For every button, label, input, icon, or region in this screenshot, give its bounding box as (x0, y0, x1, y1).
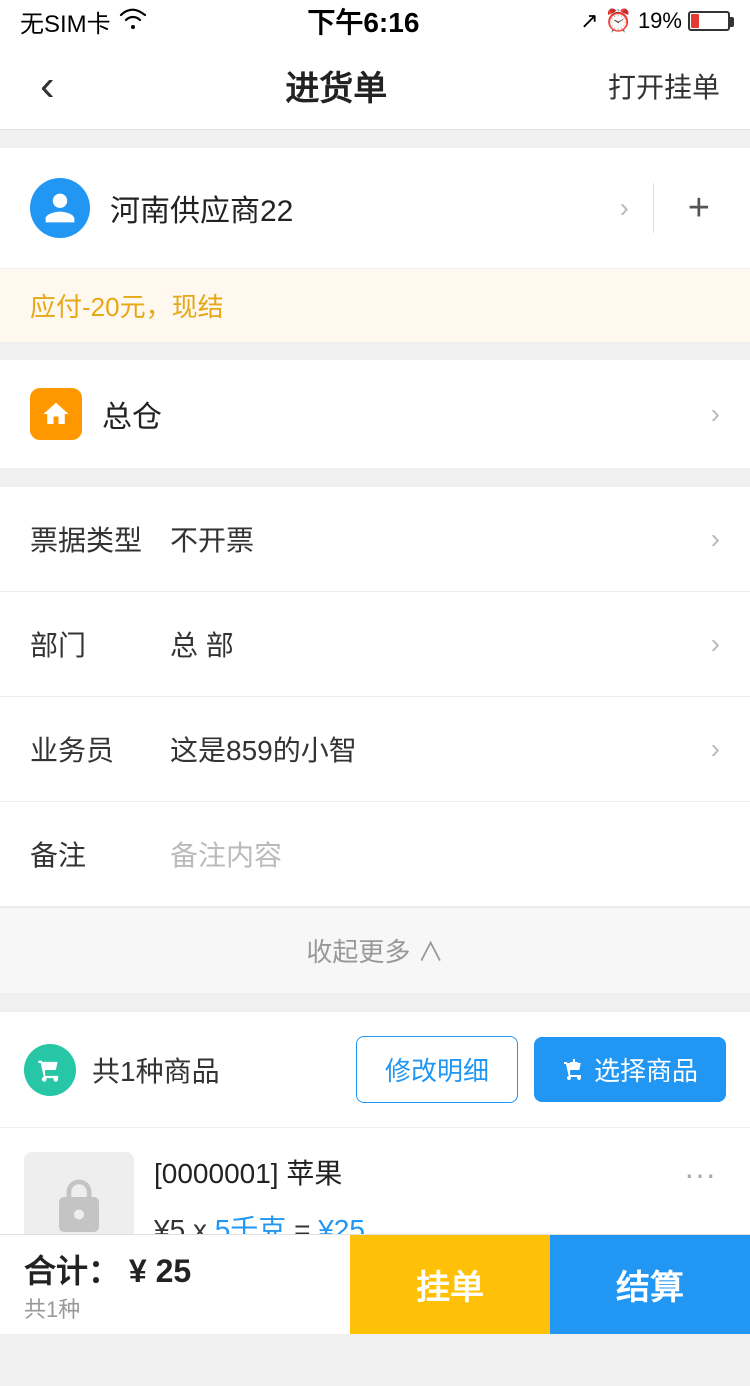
bottom-bar: 合计： ¥ 25 共1种 挂单 结算 (0, 1234, 750, 1334)
remark-input[interactable]: 备注内容 (170, 834, 720, 874)
remark-row[interactable]: 备注 备注内容 (0, 802, 750, 907)
department-chevron-icon: › (711, 628, 720, 660)
nav-bar: ‹ 进货单 打开挂单 (0, 42, 750, 130)
invoice-type-label: 票据类型 (30, 519, 170, 559)
supplier-name: 河南供应商22 (110, 186, 619, 230)
form-section: 票据类型 不开票 › 部门 总 部 › 业务员 这是859的小智 › 备注 备注… (0, 487, 750, 907)
supplier-section: 河南供应商22 › + 应付-20元，现结 (0, 148, 750, 342)
status-time: 下午6:16 (307, 1, 419, 41)
salesperson-value: 这是859的小智 (170, 729, 711, 769)
department-label: 部门 (30, 624, 170, 664)
invoice-type-value: 不开票 (170, 519, 711, 559)
department-value: 总 部 (170, 624, 711, 664)
salesperson-chevron-icon: › (711, 733, 720, 765)
total-label: 合计： (24, 1253, 120, 1289)
battery-icon (688, 11, 730, 31)
carrier-label: 无SIM卡 (20, 4, 111, 39)
remark-label: 备注 (30, 834, 170, 874)
wifi-icon (119, 7, 147, 36)
supplier-chevron-icon: › (619, 192, 628, 224)
warehouse-name: 总仓 (102, 392, 711, 436)
invoice-type-chevron-icon: › (711, 523, 720, 555)
salesperson-row[interactable]: 业务员 这是859的小智 › (0, 697, 750, 802)
alarm-icon: ⏰ (605, 8, 632, 34)
total-count: 共1种 (24, 1292, 326, 1324)
collapse-button[interactable]: 收起更多 ∧ (0, 907, 750, 993)
section-gap-2 (0, 342, 750, 360)
select-product-button[interactable]: 选择商品 (534, 1037, 726, 1102)
supplier-divider (653, 183, 654, 233)
cart-plus-icon (562, 1058, 586, 1082)
warehouse-section: 总仓 › (0, 360, 750, 469)
edit-detail-button[interactable]: 修改明细 (356, 1036, 518, 1103)
section-gap-4 (0, 993, 750, 1011)
product-icon (24, 1044, 76, 1096)
supplier-row[interactable]: 河南供应商22 › + (0, 148, 750, 269)
page-title: 进货单 (285, 61, 387, 110)
payment-notice: 应付-20元，现结 (0, 269, 750, 342)
warehouse-chevron-icon: › (711, 398, 720, 430)
status-bar: 无SIM卡 下午6:16 ↗ ⏰ 19% (0, 0, 750, 42)
product-more-button[interactable]: ··· (674, 1152, 726, 1197)
warehouse-row[interactable]: 总仓 › (0, 360, 750, 469)
add-supplier-button[interactable]: + (678, 187, 720, 230)
product-name: [0000001] 苹果 (154, 1152, 654, 1192)
location-icon: ↗ (580, 8, 598, 34)
product-code: [0000001] (154, 1158, 279, 1189)
status-right: ↗ ⏰ 19% (580, 8, 730, 34)
back-button[interactable]: ‹ (30, 51, 65, 121)
select-product-label: 选择商品 (594, 1051, 698, 1088)
product-header: 共1种商品 修改明细 选择商品 (0, 1011, 750, 1127)
product-title: 苹果 (286, 1158, 342, 1189)
invoice-type-row[interactable]: 票据类型 不开票 › (0, 487, 750, 592)
department-row[interactable]: 部门 总 部 › (0, 592, 750, 697)
warehouse-icon (30, 388, 82, 440)
supplier-avatar (30, 178, 90, 238)
battery-pct: 19% (638, 8, 682, 34)
salesperson-label: 业务员 (30, 729, 170, 769)
hang-order-button[interactable]: 挂单 (350, 1235, 550, 1334)
bottom-summary: 合计： ¥ 25 共1种 (0, 1235, 350, 1334)
product-count-label: 共1种商品 (92, 1050, 356, 1090)
section-gap-3 (0, 469, 750, 487)
total-amount: 合计： ¥ 25 (24, 1246, 326, 1292)
total-value: ¥ 25 (129, 1253, 191, 1289)
open-hang-button[interactable]: 打开挂单 (608, 66, 720, 106)
section-gap-1 (0, 130, 750, 148)
status-left: 无SIM卡 (20, 4, 147, 39)
checkout-button[interactable]: 结算 (550, 1235, 750, 1334)
